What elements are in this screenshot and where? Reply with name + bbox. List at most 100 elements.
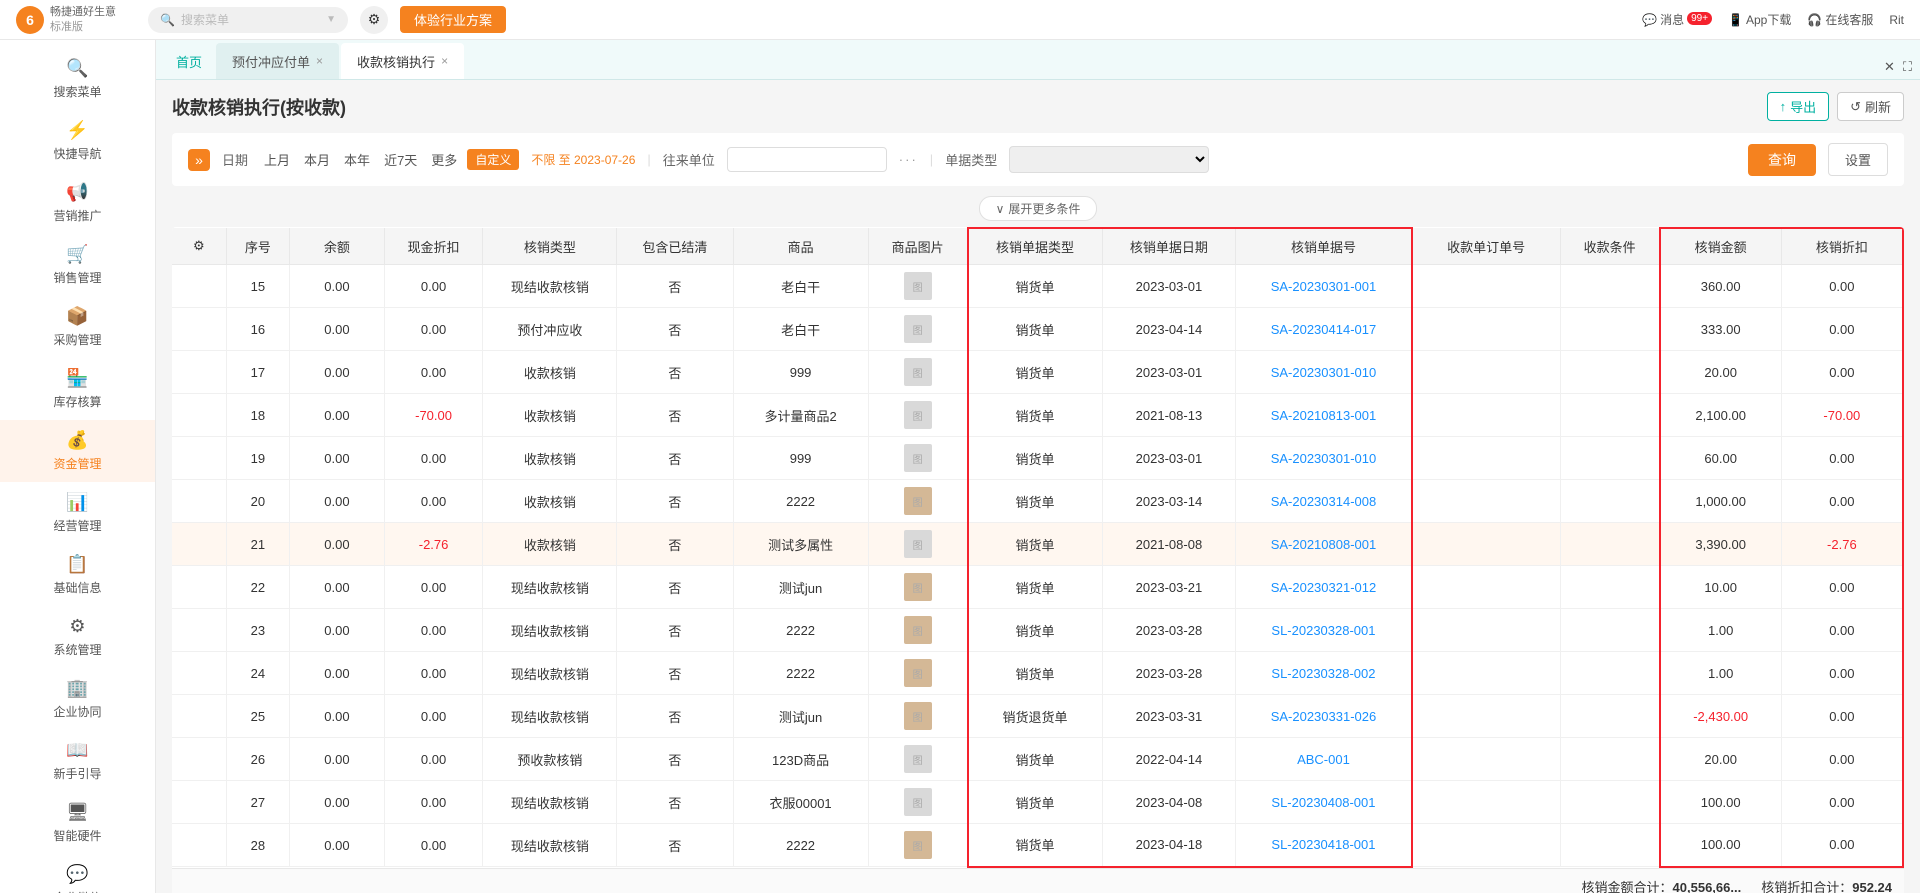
from-unit-input[interactable]	[727, 147, 887, 172]
th-balance: 余额	[290, 228, 385, 265]
verify-bill-no-link[interactable]: SA-20230301-010	[1271, 365, 1377, 380]
cell-included: 否	[617, 781, 733, 824]
sidebar-item-business[interactable]: 📊 经营管理	[0, 482, 155, 544]
tab-receipt-close[interactable]: ×	[441, 54, 448, 68]
date-option-prev-month[interactable]: 上月	[260, 148, 294, 171]
industry-btn[interactable]: 体验行业方案	[400, 6, 506, 33]
verify-bill-no-link[interactable]: ABC-001	[1297, 752, 1350, 767]
verify-bill-no-link[interactable]: SA-20230331-026	[1271, 709, 1377, 724]
sidebar-item-hardware[interactable]: 🖥 智能硬件	[0, 792, 155, 854]
sidebar-item-inventory[interactable]: 🏪 库存核算	[0, 358, 155, 420]
verify-bill-no-link[interactable]: SL-20230328-001	[1271, 623, 1375, 638]
goods-image: 图	[904, 315, 932, 343]
sidebar-item-guide[interactable]: 📖 新手引导	[0, 730, 155, 792]
cell-verify-amount: 100.00	[1660, 781, 1782, 824]
date-option-this-year[interactable]: 本年	[340, 148, 374, 171]
verify-bill-no-link[interactable]: SL-20230408-001	[1271, 795, 1375, 810]
cell-no: 21	[226, 523, 290, 566]
th-cash-discount: 现金折扣	[384, 228, 483, 265]
tab-prepay-close[interactable]: ×	[316, 54, 323, 68]
verify-bill-no-link[interactable]: SL-20230418-001	[1271, 837, 1375, 852]
cell-no: 26	[226, 738, 290, 781]
cell-receipt-order-no	[1412, 265, 1561, 308]
cell-verify-discount: 0.00	[1781, 738, 1903, 781]
sidebar-item-quick-nav[interactable]: ⚡ 快捷导航	[0, 110, 155, 172]
goods-image: 图	[904, 401, 932, 429]
cell-verify-bill-date: 2023-04-14	[1102, 308, 1236, 351]
verify-bill-no-link[interactable]: SA-20210813-001	[1271, 408, 1377, 423]
cell-verify-discount: 0.00	[1781, 609, 1903, 652]
verify-bill-no-link[interactable]: SA-20230321-012	[1271, 580, 1377, 595]
cell-cash-discount: 0.00	[384, 566, 483, 609]
page-actions: ↑ 导出 ↺ 刷新	[1767, 92, 1904, 121]
user-name[interactable]: Rit	[1889, 13, 1904, 27]
cell-verify-bill-type: 销货单	[968, 480, 1103, 523]
table-row: 24 0.00 0.00 现结收款核销 否 2222 图 销货单 2023-03…	[172, 652, 1903, 695]
bill-type-select[interactable]	[1009, 146, 1209, 173]
date-label: 日期	[222, 150, 248, 169]
verify-bill-no-link[interactable]: SA-20210808-001	[1271, 537, 1377, 552]
enterprise-icon: 🏢	[66, 678, 88, 699]
tab-close-all[interactable]: ✕	[1884, 59, 1895, 75]
cell-balance: 0.00	[290, 781, 385, 824]
cell-verify-bill-type: 销货单	[968, 523, 1103, 566]
cell-goods-img: 图	[868, 394, 967, 437]
cell-verify-bill-date: 2023-03-14	[1102, 480, 1236, 523]
sidebar-label-inventory: 库存核算	[53, 393, 101, 410]
verify-bill-no-link[interactable]: SA-20230301-010	[1271, 451, 1377, 466]
table-wrapper[interactable]: ⚙ 序号 余额 现金折扣 核销类型 包含已结清 商品 商品图片 核销单据类型 核…	[172, 227, 1904, 868]
tab-prepay[interactable]: 预付冲应付单 ×	[216, 43, 339, 79]
sidebar-item-system[interactable]: ⚙ 系统管理	[0, 606, 155, 668]
dropdown-icon: ▼	[326, 14, 336, 25]
verify-bill-no-link[interactable]: SA-20230414-017	[1271, 322, 1377, 337]
sidebar-item-enterprise[interactable]: 🏢 企业协同	[0, 668, 155, 730]
date-option-custom[interactable]: 自定义	[467, 149, 519, 170]
table-header: ⚙ 序号 余额 现金折扣 核销类型 包含已结清 商品 商品图片 核销单据类型 核…	[172, 228, 1903, 265]
cell-goods: 测试多属性	[733, 523, 868, 566]
cell-no: 24	[226, 652, 290, 695]
msg-area[interactable]: 💬 消息 99+	[1642, 11, 1712, 28]
cell-receipt-condition	[1560, 781, 1659, 824]
cell-verify-amount: 20.00	[1660, 738, 1782, 781]
goods-image: 图	[904, 702, 932, 730]
sidebar-item-marketing[interactable]: 📢 营销推广	[0, 172, 155, 234]
query-button[interactable]: 查询	[1748, 144, 1816, 176]
sidebar-item-wechat[interactable]: 💬 企业微信	[0, 854, 155, 893]
verify-bill-no-link[interactable]: SA-20230314-008	[1271, 494, 1377, 509]
gear-button[interactable]: ⚙	[360, 6, 388, 34]
filter-toggle-btn[interactable]: »	[188, 149, 210, 171]
online-service-area[interactable]: 🎧 在线客服	[1807, 11, 1873, 28]
purchase-icon: 📦	[66, 306, 88, 327]
cell-verify-type: 收款核销	[483, 351, 617, 394]
cell-settings	[172, 824, 226, 867]
tab-home[interactable]: 首页	[164, 43, 214, 79]
export-button[interactable]: ↑ 导出	[1767, 92, 1830, 121]
tab-receipt[interactable]: 收款核销执行 ×	[341, 43, 464, 79]
cell-verify-discount: 0.00	[1781, 781, 1903, 824]
table-body: 15 0.00 0.00 现结收款核销 否 老白干 图 销货单 2023-03-…	[172, 265, 1903, 867]
refresh-button[interactable]: ↺ 刷新	[1837, 92, 1904, 121]
verify-bill-no-link[interactable]: SL-20230328-002	[1271, 666, 1375, 681]
app-download-area[interactable]: 📱 App下载	[1728, 11, 1791, 28]
settings-button[interactable]: 设置	[1828, 143, 1888, 176]
cell-balance: 0.00	[290, 523, 385, 566]
table-row: 21 0.00 -2.76 收款核销 否 测试多属性 图 销货单 2021-08…	[172, 523, 1903, 566]
expand-more-btn[interactable]: ∨ 展开更多条件	[979, 196, 1098, 221]
sidebar-item-search[interactable]: 🔍 搜索菜单	[0, 48, 155, 110]
cell-verify-amount: 60.00	[1660, 437, 1782, 480]
cell-verify-discount: -2.76	[1781, 523, 1903, 566]
date-option-7days[interactable]: 近7天	[380, 148, 421, 171]
cell-verify-discount: 0.00	[1781, 437, 1903, 480]
cell-verify-type: 现结收款核销	[483, 781, 617, 824]
sidebar-item-base-info[interactable]: 📋 基础信息	[0, 544, 155, 606]
cell-verify-discount: 0.00	[1781, 351, 1903, 394]
date-option-this-month[interactable]: 本月	[300, 148, 334, 171]
th-settings[interactable]: ⚙	[172, 228, 226, 265]
date-option-more[interactable]: 更多	[427, 148, 461, 171]
sidebar-item-purchase[interactable]: 📦 采购管理	[0, 296, 155, 358]
tab-maximize[interactable]: ⛶	[1903, 59, 1912, 75]
sidebar-item-sales[interactable]: 🛒 销售管理	[0, 234, 155, 296]
sidebar-item-finance[interactable]: 💰 资金管理	[0, 420, 155, 482]
msg-icon: 💬	[1642, 13, 1657, 27]
verify-bill-no-link[interactable]: SA-20230301-001	[1271, 279, 1377, 294]
